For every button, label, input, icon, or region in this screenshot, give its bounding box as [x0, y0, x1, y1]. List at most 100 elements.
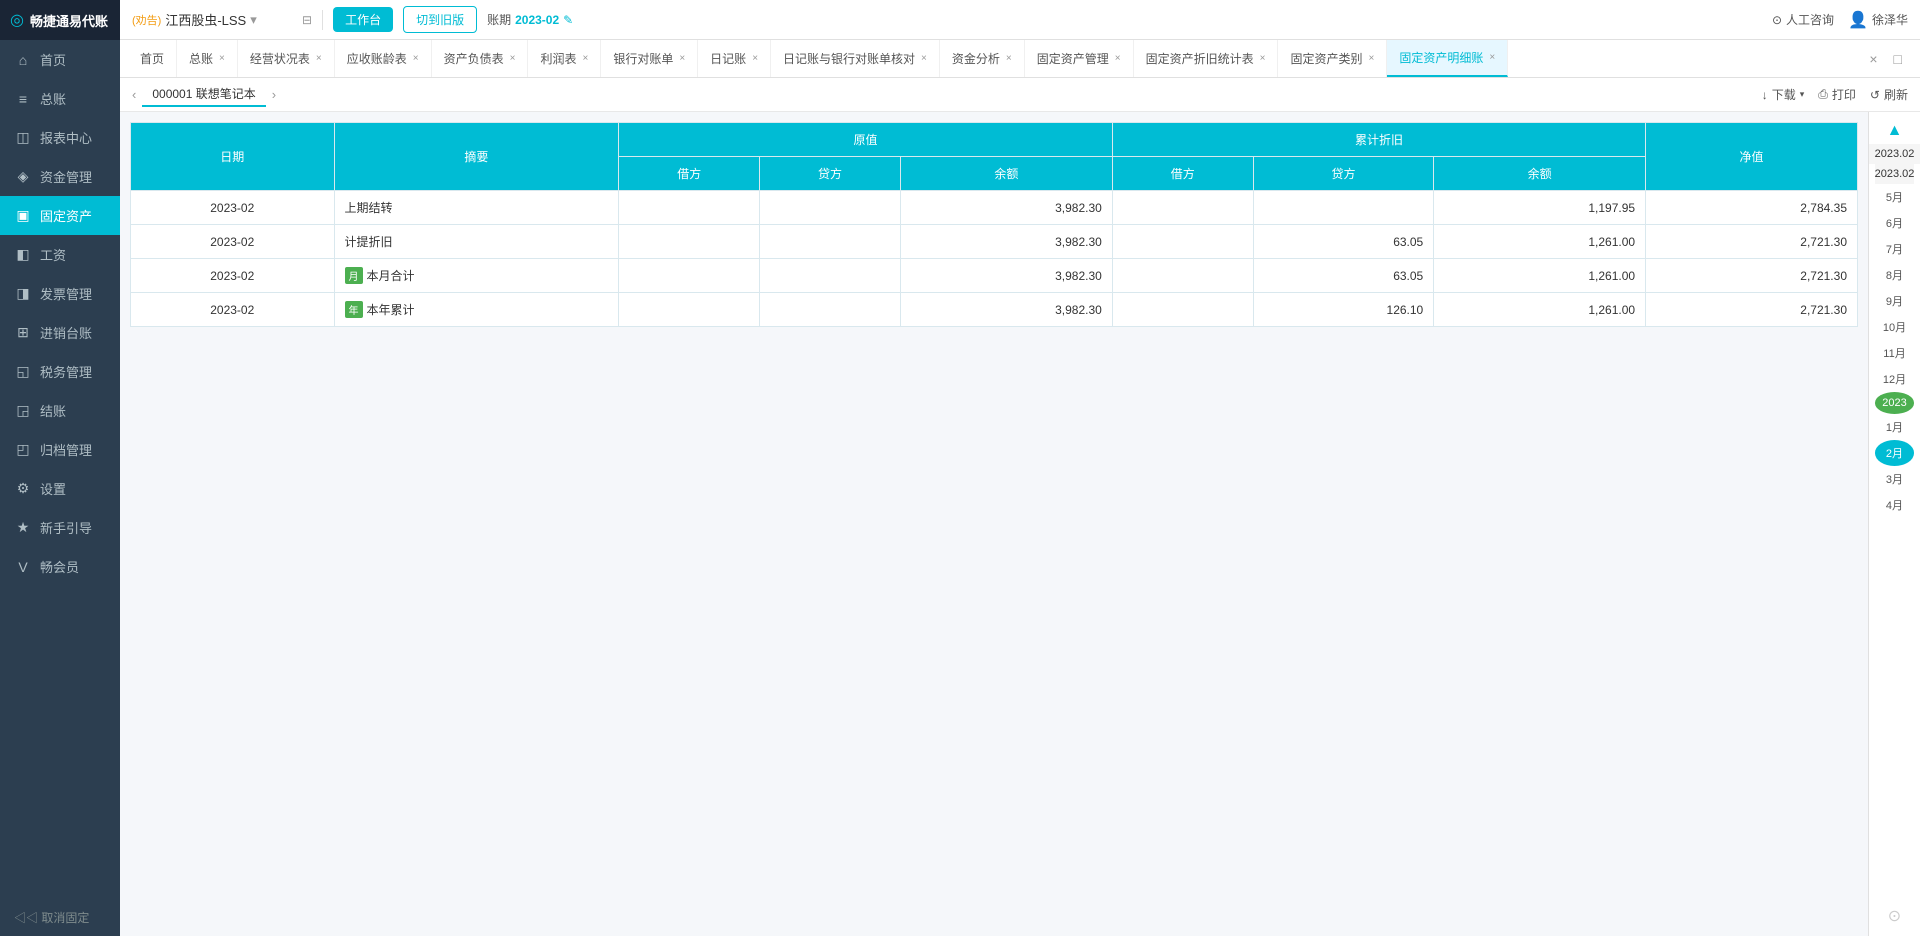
user-menu[interactable]: 👤 徐泽华: [1848, 10, 1908, 30]
cell-net-value: 2,784.35: [1646, 191, 1858, 225]
sidebar-item-capital[interactable]: ◈ 资金管理: [0, 157, 120, 196]
cell-date: 2023-02: [131, 293, 335, 327]
tab-fixed-category[interactable]: 固定资产类别×: [1278, 40, 1387, 77]
col-header-original: 原值: [619, 123, 1113, 157]
download-arrow: ▾: [1800, 89, 1805, 100]
company-selector[interactable]: (劝告) 江西股虫-LSS ▾: [132, 10, 292, 29]
tab-journal-bank-match[interactable]: 日记账与银行对账单核对 ×: [771, 40, 940, 77]
date-nav-month-11月[interactable]: 11月: [1875, 340, 1915, 366]
tab-fixed-depr-stat[interactable]: 固定资产折旧统计表×: [1134, 40, 1279, 77]
tab-fixed-detail[interactable]: 固定资产明细账×: [1387, 40, 1508, 77]
topbar-divider: [322, 10, 323, 30]
cell-orig-balance: 3,982.30: [900, 293, 1112, 327]
user-avatar-icon: 👤: [1848, 10, 1868, 30]
date-nav-month-8月[interactable]: 8月: [1875, 262, 1915, 288]
tab-close-receivable[interactable]: ×: [413, 53, 419, 64]
date-nav-settings-icon[interactable]: ⊙: [1884, 902, 1905, 930]
cell-depr-balance: 1,261.00: [1434, 293, 1646, 327]
tab-home[interactable]: 首页: [128, 40, 177, 77]
date-nav-month-2023[interactable]: 2023: [1875, 392, 1915, 414]
date-nav-up-arrow[interactable]: ▲: [1883, 118, 1907, 144]
sidebar-item-report[interactable]: ◫ 报表中心: [0, 118, 120, 157]
tab-close-fixed-detail[interactable]: ×: [1489, 52, 1495, 63]
date-nav-month-12月[interactable]: 12月: [1875, 366, 1915, 392]
print-button[interactable]: ⎙ 打印: [1818, 86, 1856, 103]
date-nav-month-9月[interactable]: 9月: [1875, 288, 1915, 314]
tab-label-profit: 利润表: [540, 50, 576, 67]
cell-orig-credit: [760, 191, 901, 225]
date-nav-month-3月[interactable]: 3月: [1875, 466, 1915, 492]
date-nav-month-7月[interactable]: 7月: [1875, 236, 1915, 262]
tab-close-journal[interactable]: ×: [752, 53, 758, 64]
cell-date: 2023-02: [131, 225, 335, 259]
tab-fixed-mgmt[interactable]: 固定资产管理×: [1025, 40, 1134, 77]
ai-consult-button[interactable]: ⊙ 人工咨询: [1772, 11, 1834, 28]
sidebar-item-salary[interactable]: ◧ 工资: [0, 235, 120, 274]
cell-desc: 上期结转: [334, 191, 619, 225]
tab-close-profit[interactable]: ×: [582, 53, 588, 64]
period-edit-icon[interactable]: ✎: [563, 13, 573, 27]
close-all-tabs-button[interactable]: ×: [1865, 49, 1881, 69]
sidebar-item-ledger[interactable]: ≡ 总账: [0, 79, 120, 118]
cell-depr-credit: [1253, 191, 1434, 225]
maximize-button[interactable]: □: [1890, 49, 1906, 69]
date-nav-month-5月[interactable]: 5月: [1875, 184, 1915, 210]
tab-label-receivable: 应收账龄表: [347, 50, 407, 67]
tab-close-fixed-category[interactable]: ×: [1368, 53, 1374, 64]
refresh-button[interactable]: ↺ 刷新: [1870, 86, 1908, 103]
period-label: 账期: [487, 11, 511, 28]
sub-tab-prev-arrow[interactable]: ‹: [132, 87, 136, 102]
sidebar-item-label-home: 首页: [40, 50, 66, 69]
sidebar-item-fixed-asset[interactable]: ▣ 固定资产: [0, 196, 120, 235]
copy-icon[interactable]: ⊟: [302, 13, 312, 27]
tab-close-capital-analysis[interactable]: ×: [1006, 53, 1012, 64]
col-header-desc: 摘要: [334, 123, 619, 191]
ai-icon: ⊙: [1772, 13, 1782, 27]
switch-old-button[interactable]: 切到旧版: [403, 6, 477, 33]
tab-journal[interactable]: 日记账×: [698, 40, 771, 77]
tab-close-ledger[interactable]: ×: [219, 53, 225, 64]
row-desc-text: 计提折旧: [345, 235, 393, 249]
tab-capital-analysis[interactable]: 资金分析×: [940, 40, 1025, 77]
sidebar-item-label-vip: 畅会员: [40, 557, 79, 576]
sidebar-item-settings[interactable]: ⚙ 设置: [0, 469, 120, 508]
tab-close-bank-statement[interactable]: ×: [679, 53, 685, 64]
tab-close-fixed-depr-stat[interactable]: ×: [1260, 53, 1266, 64]
sidebar: ◎ 畅捷通易代账 ⌂ 首页 ≡ 总账 ◫ 报表中心 ◈ 资金管理 ▣ 固定资产 …: [0, 0, 120, 936]
tab-close-fixed-mgmt[interactable]: ×: [1115, 53, 1121, 64]
col-header-depr-credit: 贷方: [1253, 157, 1434, 191]
tab-label-journal-bank-match: 日记账与银行对账单核对: [783, 50, 915, 67]
tab-asset-liab[interactable]: 资产负债表×: [432, 40, 529, 77]
sub-tab-next-arrow[interactable]: ›: [272, 87, 276, 102]
cell-orig-balance: 3,982.30: [900, 259, 1112, 293]
date-nav-month-10月[interactable]: 10月: [1875, 314, 1915, 340]
tab-receivable[interactable]: 应收账龄表 ×: [335, 40, 432, 77]
invoice-icon: ◨: [14, 285, 32, 302]
workbench-button[interactable]: 工作台: [333, 7, 393, 32]
date-nav-month-2月[interactable]: 2月: [1875, 440, 1915, 466]
tab-close-journal-bank-match[interactable]: ×: [921, 53, 927, 64]
download-button[interactable]: ↓ 下载 ▾: [1762, 86, 1805, 103]
sub-tab-asset[interactable]: 000001 联想笔记本: [142, 82, 265, 107]
sidebar-item-home[interactable]: ⌂ 首页: [0, 40, 120, 79]
sidebar-item-settle[interactable]: ◲ 结账: [0, 391, 120, 430]
tabbar-actions: × □: [1859, 49, 1912, 69]
sidebar-item-guide[interactable]: ★ 新手引导: [0, 508, 120, 547]
tab-label-home: 首页: [140, 50, 164, 67]
sidebar-item-vip[interactable]: V 畅会员: [0, 547, 120, 586]
tab-status[interactable]: 经营状况表×: [238, 40, 335, 77]
tab-label-ledger: 总账: [189, 50, 213, 67]
tab-close-asset-liab[interactable]: ×: [510, 53, 516, 64]
tab-ledger[interactable]: 总账 ×: [177, 40, 238, 77]
sidebar-item-invoice[interactable]: ◨ 发票管理: [0, 274, 120, 313]
date-nav-month-4月[interactable]: 4月: [1875, 492, 1915, 518]
sidebar-footer[interactable]: ◁◁ 取消固定: [0, 899, 120, 936]
tab-close-status[interactable]: ×: [316, 53, 322, 64]
sidebar-item-sales[interactable]: ⊞ 进销台账: [0, 313, 120, 352]
sidebar-item-archive[interactable]: ◰ 归档管理: [0, 430, 120, 469]
tab-profit[interactable]: 利润表 ×: [528, 40, 601, 77]
date-nav-month-1月[interactable]: 1月: [1875, 414, 1915, 440]
date-nav-month-6月[interactable]: 6月: [1875, 210, 1915, 236]
sidebar-item-tax[interactable]: ◱ 税务管理: [0, 352, 120, 391]
tab-bank-statement[interactable]: 银行对账单×: [601, 40, 698, 77]
